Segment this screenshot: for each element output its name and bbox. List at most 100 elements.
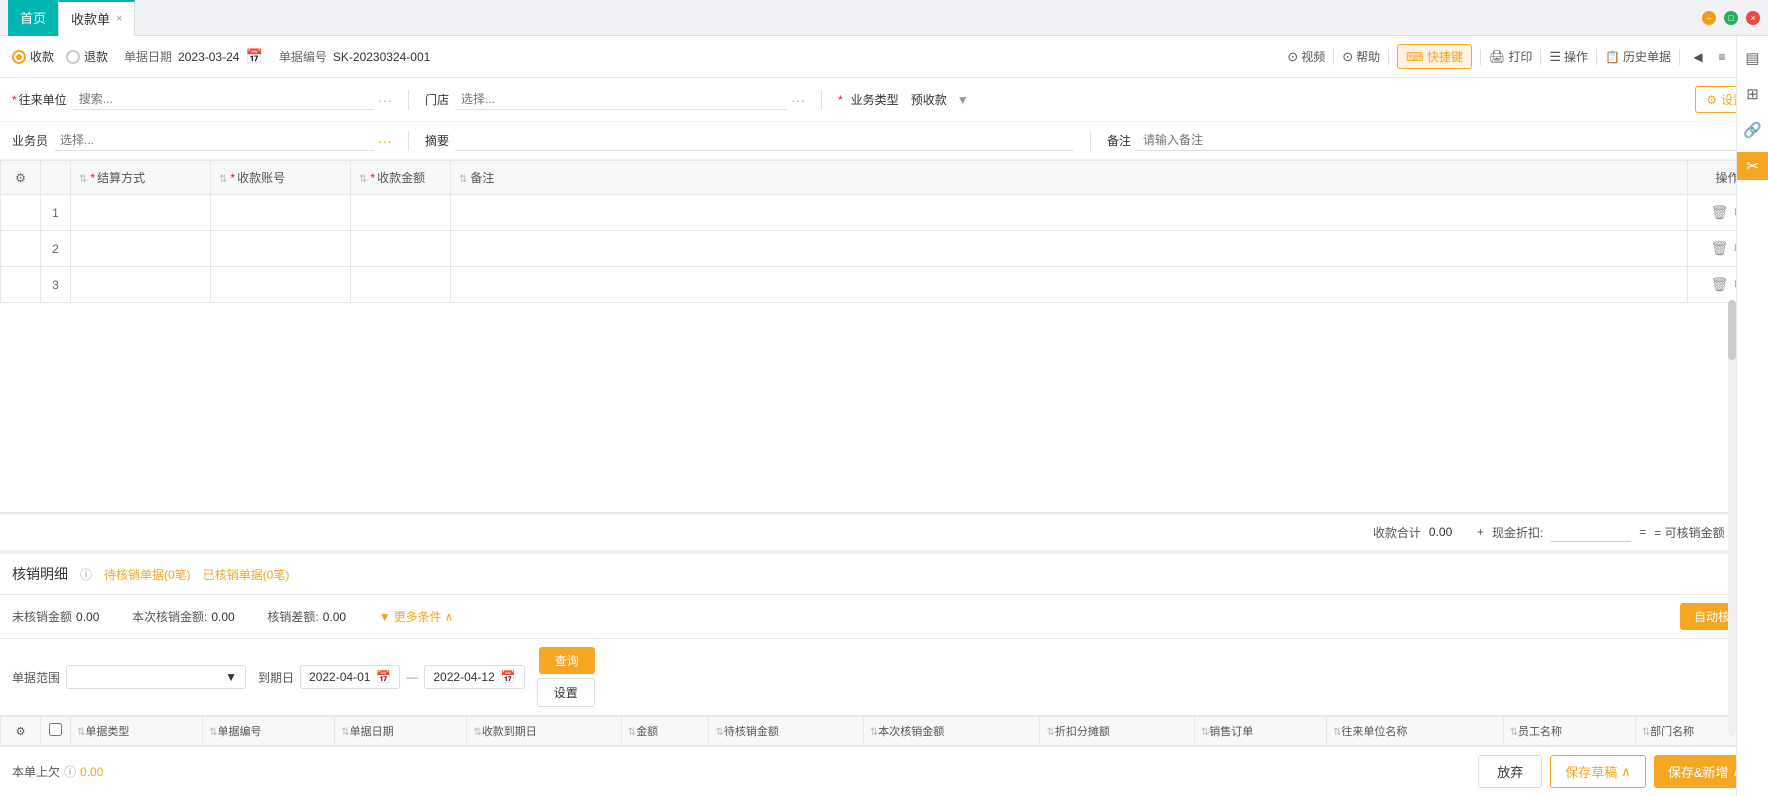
settings-icon: ⚙ — [1706, 93, 1717, 107]
unreconciled-item: 未核销金额 0.00 — [12, 608, 116, 625]
scrollbar-thumb — [1728, 300, 1736, 360]
tab-receipts[interactable]: 收款单 × — [58, 0, 135, 36]
row-amount-cell[interactable] — [351, 195, 451, 231]
table-row: 3 🗑 ⧉ — [1, 267, 1768, 303]
date-end-input[interactable]: 2022-04-12 📅 — [424, 665, 524, 689]
row-method-cell[interactable] — [71, 231, 211, 267]
sidebar-link-icon[interactable]: 🔗 — [1739, 116, 1767, 144]
radio-refund-circle — [66, 50, 80, 64]
more-filter-link[interactable]: ▼ 更多条件 ∧ — [379, 608, 454, 625]
row-remark-cell[interactable] — [451, 231, 1688, 267]
bottom-table: ⚙⇅单据类型⇅单据编号⇅单据日期⇅收款到期日⇅金额⇅待核销金额⇅本次核销金额⇅折… — [0, 716, 1768, 746]
row-delete-icon[interactable]: 🗑 — [1711, 276, 1729, 293]
row-method-cell[interactable] — [71, 267, 211, 303]
sidebar-grid-icon[interactable]: ⊞ — [1739, 80, 1767, 108]
staff-label: 业务员 — [12, 132, 48, 149]
sort-icon: ⇅ — [473, 727, 481, 738]
sidebar-crop-icon[interactable]: ✂ — [1737, 152, 1768, 180]
info-label: 本单上欠 — [12, 763, 60, 780]
date-field: 单据日期 2023-03-24 📅 — [124, 48, 263, 65]
toolbar-actions: ⊙ 视频 ⊙ 帮助 ⌨ 快捷键 🖨 打印 ☰ 操作 — [1287, 44, 1756, 69]
tab-home[interactable]: 首页 — [8, 0, 58, 36]
discount-input[interactable] — [1551, 522, 1631, 542]
calendar-icon[interactable]: 📅 — [245, 48, 262, 65]
select-all-checkbox[interactable] — [49, 723, 62, 736]
scrollbar[interactable] — [1728, 300, 1736, 736]
store-more[interactable]: ··· — [791, 92, 805, 108]
bottom-col-header: ⇅往来单位名称 — [1326, 717, 1503, 746]
sidebar-table-icon[interactable]: ▤ — [1739, 44, 1767, 72]
range-filter: 单据范围 ▼ — [12, 665, 246, 689]
operation-link[interactable]: ☰ 操作 — [1549, 48, 1588, 65]
staff-input[interactable] — [54, 130, 374, 151]
date-start-input[interactable]: 2022-04-01 📅 — [300, 665, 400, 689]
row-remark-cell[interactable] — [451, 195, 1688, 231]
history-button[interactable]: 📋 历史单据 — [1605, 48, 1671, 65]
counterpart-label: 往来单位 — [19, 91, 67, 108]
row-amount-cell[interactable] — [351, 231, 451, 267]
row-remark-cell[interactable] — [451, 267, 1688, 303]
video-link[interactable]: ⊙ 视频 — [1287, 48, 1325, 65]
divider5 — [1596, 49, 1597, 65]
minimize-button[interactable]: – — [1702, 11, 1716, 25]
row-account-cell[interactable] — [211, 267, 351, 303]
notes-input[interactable] — [1137, 130, 1756, 151]
notes-label: 备注 — [1107, 132, 1131, 149]
maximize-button[interactable]: □ — [1724, 11, 1738, 25]
staff-more[interactable]: ··· — [378, 133, 392, 149]
set-button[interactable]: 设置 — [537, 678, 595, 707]
chevron-up-icon: ∧ — [445, 610, 454, 624]
operation-label: 操作 — [1564, 48, 1588, 65]
counterpart-input[interactable] — [73, 89, 374, 110]
tab-pending[interactable]: 待核销单据(0笔) — [104, 566, 191, 583]
row-settings-cell — [1, 231, 41, 267]
filter-row: 单据范围 ▼ 到期日 2022-04-01 📅 — 2022-04-12 📅 — [0, 639, 1768, 716]
query-button[interactable]: 查询 — [539, 647, 595, 674]
video-label: 视频 — [1301, 48, 1325, 65]
row-delete-icon[interactable]: 🗑 — [1711, 240, 1729, 257]
sort-icon: ⇅ — [1046, 727, 1054, 738]
layout-prev[interactable]: ◀ — [1688, 47, 1708, 67]
help-link[interactable]: ⊙ 帮助 — [1342, 48, 1380, 65]
bottom-actions: 放弃 保存草稿 ∧ 保存&新增 ∧ — [1478, 755, 1756, 788]
bottom-settings-icon[interactable]: ⚙ — [16, 726, 26, 738]
close-button[interactable]: × — [1746, 11, 1760, 25]
summary-label: 摘要 — [425, 132, 449, 149]
tab-bar: 首页 收款单 × – □ × — [0, 0, 1768, 36]
row-account-cell[interactable] — [211, 231, 351, 267]
business-type-arrow[interactable]: ▼ — [957, 93, 969, 107]
number-field: 单据编号 SK-20230324-001 — [279, 48, 430, 65]
reconcile-section: 核销明细 ⓘ 待核销单据(0笔) 已核销单据(0笔) 未核销金额 0.00 本次… — [0, 550, 1768, 746]
sort-icon: ⇅ — [715, 727, 723, 738]
date-dash: — — [406, 670, 418, 684]
draft-button[interactable]: 保存草稿 ∧ — [1550, 755, 1646, 788]
row-delete-icon[interactable]: 🗑 — [1711, 204, 1729, 221]
items-table: ⚙ ⇅*结算方式 ⇅*收款账号 ⇅*收款金额 ⇅备注 — [0, 160, 1768, 303]
shortcut-label: 快捷键 — [1427, 50, 1463, 64]
row-num-cell: 1 — [41, 195, 71, 231]
table-settings-icon[interactable]: ⚙ — [15, 171, 26, 185]
radio-refund[interactable]: 退款 — [66, 48, 108, 65]
range-select[interactable]: ▼ — [66, 665, 246, 689]
reconcile-title: 核销明细 — [12, 564, 68, 584]
tab-done[interactable]: 已核销单据(0笔) — [203, 566, 290, 583]
bottom-table-section: ⚙⇅单据类型⇅单据编号⇅单据日期⇅收款到期日⇅金额⇅待核销金额⇅本次核销金额⇅折… — [0, 716, 1768, 746]
print-link[interactable]: 🖨 打印 — [1489, 48, 1533, 65]
tab-receipts-label: 收款单 — [71, 9, 110, 28]
row-account-cell[interactable] — [211, 195, 351, 231]
layout-list[interactable]: ≡ — [1712, 47, 1732, 67]
summary-input[interactable] — [455, 130, 1074, 151]
reconcile-info-icon[interactable]: ⓘ — [80, 566, 92, 583]
row-method-cell[interactable] — [71, 195, 211, 231]
store-input[interactable] — [455, 89, 787, 110]
business-type-field: * 业务类型 预收款 ▼ — [838, 91, 969, 108]
form-row-2: 业务员 ··· 摘要 备注 — [0, 122, 1768, 160]
bottom-col-check — [41, 717, 71, 746]
abandon-button[interactable]: 放弃 — [1478, 755, 1542, 788]
shortcut-button[interactable]: ⌨ 快捷键 — [1397, 44, 1472, 69]
radio-receipt[interactable]: 收款 — [12, 48, 54, 65]
tab-close-icon[interactable]: × — [116, 13, 122, 25]
counterpart-more[interactable]: ··· — [378, 92, 392, 108]
row-amount-cell[interactable] — [351, 267, 451, 303]
draft-arrow[interactable]: ∧ — [1621, 764, 1631, 780]
